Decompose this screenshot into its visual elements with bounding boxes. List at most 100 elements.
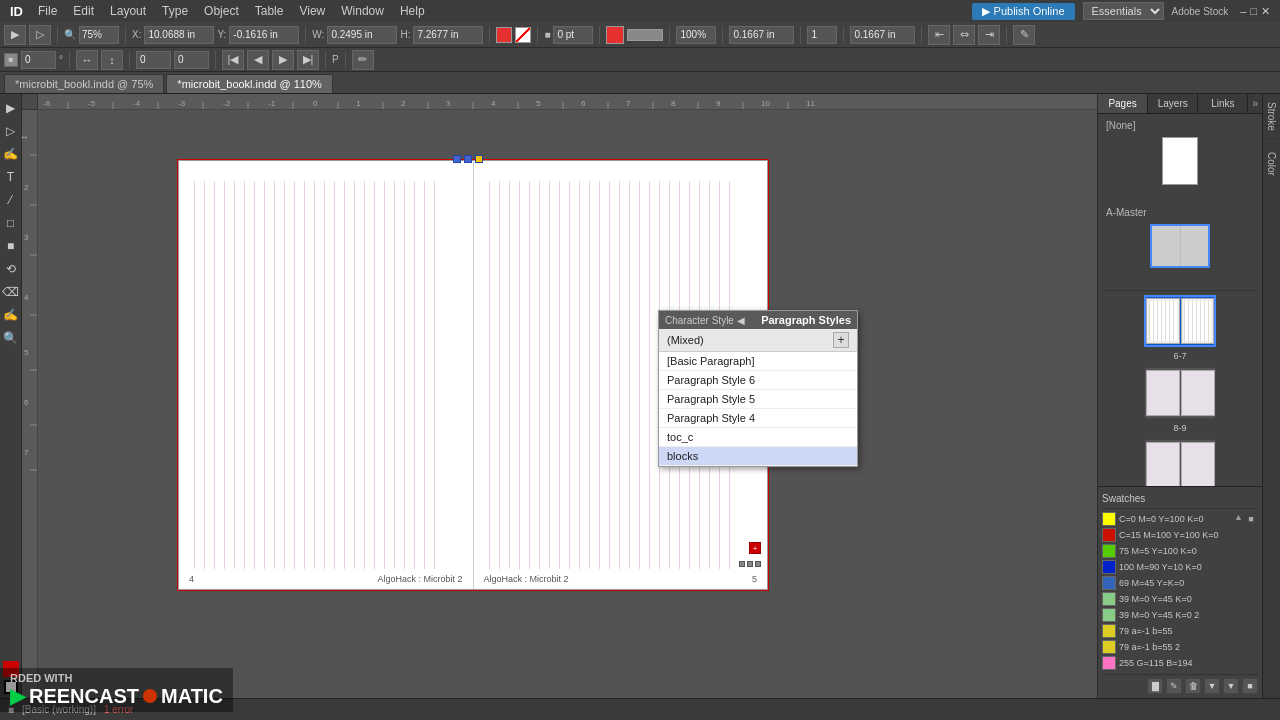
edit-swatch-btn[interactable]: ✎ xyxy=(1166,678,1182,694)
y-input[interactable]: -0.1616 in xyxy=(229,26,299,44)
rect-tool[interactable]: ■ xyxy=(1,236,21,256)
close-btn[interactable]: ✕ xyxy=(1261,5,1270,18)
rotation-input[interactable] xyxy=(21,51,56,69)
first-page-btn[interactable]: |◀ xyxy=(222,50,244,70)
align-center-btn[interactable]: ⇔ xyxy=(953,25,975,45)
style-paragraph-6[interactable]: Paragraph Style 6 xyxy=(659,371,857,390)
color-panel-toggle[interactable]: Color xyxy=(1266,148,1277,180)
maximize-btn[interactable]: □ xyxy=(1250,5,1257,17)
w-input[interactable]: 0.2495 in xyxy=(327,26,397,44)
swatch-color-6[interactable] xyxy=(1102,608,1116,622)
pen-tool[interactable]: ✍ xyxy=(1,144,21,164)
swatch-more-btn[interactable]: ▼ xyxy=(1223,678,1239,694)
style-toc-c[interactable]: toc_c xyxy=(659,428,857,447)
rect-frame-tool[interactable]: □ xyxy=(1,213,21,233)
style-blocks[interactable]: blocks xyxy=(659,447,857,466)
menu-layout[interactable]: Layout xyxy=(103,2,153,20)
spread-6-7-thumb[interactable] xyxy=(1144,295,1216,347)
swatch-color-9[interactable] xyxy=(1102,656,1116,670)
swatch-color-5[interactable] xyxy=(1102,592,1116,606)
spread-8-9-thumb[interactable] xyxy=(1144,367,1216,419)
menu-window[interactable]: Window xyxy=(334,2,391,20)
menu-edit[interactable]: Edit xyxy=(66,2,101,20)
col-line xyxy=(294,181,295,569)
stroke-color-btn[interactable] xyxy=(627,29,663,41)
none-page-thumb[interactable] xyxy=(1162,137,1198,185)
del-swatch-btn[interactable]: 🗑 xyxy=(1185,678,1201,694)
para-styles-tab-char[interactable]: Character Style ◀ xyxy=(665,315,745,326)
stroke-input[interactable] xyxy=(553,26,593,44)
spread-10-11-thumb[interactable] xyxy=(1144,439,1216,486)
opacity-input[interactable] xyxy=(676,26,716,44)
menu-view[interactable]: View xyxy=(292,2,332,20)
menu-file[interactable]: File xyxy=(31,2,64,20)
essentials-select[interactable]: Essentials xyxy=(1083,2,1164,20)
zoom-tool[interactable]: 🔍 xyxy=(1,328,21,348)
minimize-btn[interactable]: – xyxy=(1240,5,1246,17)
menu-type[interactable]: Type xyxy=(155,2,195,20)
direct-select-tool[interactable]: ▷ xyxy=(29,25,51,45)
zoom-input[interactable]: 75% xyxy=(79,26,119,44)
y2-input[interactable] xyxy=(174,51,209,69)
align-left-btn[interactable]: ⇤ xyxy=(928,25,950,45)
style-paragraph-4[interactable]: Paragraph Style 4 xyxy=(659,409,857,428)
flip-v-btn[interactable]: ↕ xyxy=(101,50,123,70)
swatch-color-2[interactable] xyxy=(1102,544,1116,558)
spread-8-9-row: 8-9 xyxy=(1102,367,1258,419)
stroke-panel-toggle[interactable]: Stroke xyxy=(1266,98,1277,135)
flip-h-btn[interactable]: ↔ xyxy=(76,50,98,70)
swatch-color-4[interactable] xyxy=(1102,576,1116,590)
app-icon[interactable]: ID xyxy=(4,4,29,19)
h2-input[interactable] xyxy=(807,26,837,44)
fill-swatch[interactable] xyxy=(496,27,512,43)
swatch-color-0[interactable] xyxy=(1102,512,1116,526)
style-basic-paragraph[interactable]: [Basic Paragraph] xyxy=(659,352,857,371)
next-page-btn[interactable]: ▶ xyxy=(272,50,294,70)
menu-table[interactable]: Table xyxy=(248,2,291,20)
type-tool[interactable]: T xyxy=(1,167,21,187)
stroke-swatch[interactable] xyxy=(515,27,531,43)
swatch-options-btn[interactable]: ▼ xyxy=(1204,678,1220,694)
select-tool[interactable]: ▶ xyxy=(4,25,26,45)
canvas[interactable]: 4 AlgoHack : Microbit 2 xyxy=(38,110,1097,698)
scale-tool[interactable]: ⌫ xyxy=(1,282,21,302)
prev-page-btn[interactable]: ◀ xyxy=(247,50,269,70)
swatch-del-0[interactable]: ■ xyxy=(1244,512,1258,526)
pen-tool-btn[interactable]: ✏ xyxy=(352,50,374,70)
x-input[interactable]: 10.0688 in xyxy=(144,26,214,44)
align-right-btn[interactable]: ⇥ xyxy=(978,25,1000,45)
last-page-btn[interactable]: ▶| xyxy=(297,50,319,70)
style-paragraph-5[interactable]: Paragraph Style 5 xyxy=(659,390,857,409)
line-tool[interactable]: ∕ xyxy=(1,190,21,210)
fill-color-btn[interactable] xyxy=(606,26,624,44)
selection-tool[interactable]: ▶ xyxy=(1,98,21,118)
panel-chevron[interactable]: » xyxy=(1248,94,1262,113)
swatch-color-8[interactable] xyxy=(1102,640,1116,654)
hand-tool[interactable]: ✍ xyxy=(1,305,21,325)
publish-online-button[interactable]: ▶ Publish Online xyxy=(972,3,1075,20)
swatch-color-3[interactable] xyxy=(1102,560,1116,574)
layers-tab[interactable]: Layers xyxy=(1148,94,1198,113)
menu-help[interactable]: Help xyxy=(393,2,432,20)
menu-object[interactable]: Object xyxy=(197,2,246,20)
doc-tab-1[interactable]: *microbit_bookl.indd @ 75% xyxy=(4,74,164,93)
transform-btn[interactable]: ■ xyxy=(4,53,18,67)
pages-tab[interactable]: Pages xyxy=(1098,94,1148,113)
new-paragraph-style-btn[interactable]: + xyxy=(833,332,849,348)
swatch-color-7[interactable] xyxy=(1102,624,1116,638)
links-tab[interactable]: Links xyxy=(1198,94,1248,113)
x2-input[interactable] xyxy=(136,51,171,69)
para-styles-tab-para[interactable]: Paragraph Styles xyxy=(761,314,851,326)
doc-tab-2[interactable]: *microbit_bookl.indd @ 110% xyxy=(166,74,332,93)
master-page-thumb[interactable] xyxy=(1150,224,1210,268)
w3-input[interactable] xyxy=(850,26,915,44)
new-swatch-btn[interactable]: ▇ xyxy=(1147,678,1163,694)
more-options-btn[interactable]: ✎ xyxy=(1013,25,1035,45)
w2-input[interactable] xyxy=(729,26,794,44)
direct-selection-tool[interactable]: ▷ xyxy=(1,121,21,141)
rotate-tool[interactable]: ⟲ xyxy=(1,259,21,279)
swatch-color-1[interactable] xyxy=(1102,528,1116,542)
swatch-grid-btn[interactable]: ■ xyxy=(1242,678,1258,694)
h-input[interactable]: 7.2677 in xyxy=(413,26,483,44)
swatch-apply-0[interactable]: ▲ xyxy=(1234,512,1243,526)
